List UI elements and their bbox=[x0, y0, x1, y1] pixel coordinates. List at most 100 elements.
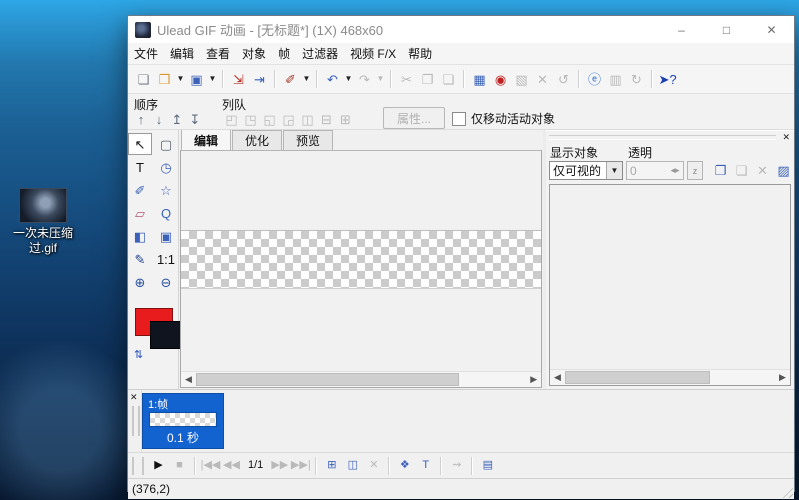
delete-button[interactable]: ✕ bbox=[532, 69, 553, 90]
desktop-icon-gif-file[interactable]: 一次未压缩 过.gif bbox=[4, 188, 82, 256]
magic-wand-tool[interactable]: ☆ bbox=[154, 179, 178, 201]
save-dropdown[interactable]: ▼ bbox=[207, 69, 218, 90]
transition-button[interactable]: ❖ bbox=[394, 455, 415, 476]
menu-view[interactable]: 查看 bbox=[200, 43, 236, 64]
add-image-button[interactable]: ⇲ bbox=[228, 69, 249, 90]
move-down-button[interactable]: ↓ bbox=[150, 109, 168, 130]
brush-tool[interactable]: ✐ bbox=[128, 179, 152, 201]
scroll-track[interactable] bbox=[196, 372, 526, 387]
frame-strip-close-icon[interactable]: ✕ bbox=[130, 392, 138, 403]
transparent-canvas[interactable] bbox=[181, 230, 542, 289]
stop-button[interactable]: ■ bbox=[169, 455, 190, 476]
delete-frame-button[interactable]: ✕ bbox=[363, 455, 384, 476]
new-button[interactable]: ❏ bbox=[133, 69, 154, 90]
cut-button[interactable]: ✂ bbox=[396, 69, 417, 90]
move-up-button[interactable]: ↑ bbox=[132, 109, 150, 130]
marquee-select-tool[interactable]: ▢ bbox=[154, 133, 178, 155]
frame-strip-grip[interactable] bbox=[132, 406, 140, 436]
duplicate-frame-button[interactable]: ◫ bbox=[342, 455, 363, 476]
move-active-object-checkbox[interactable] bbox=[452, 111, 466, 126]
resize-grip[interactable] bbox=[780, 485, 793, 498]
align-top-button[interactable]: ◱ bbox=[260, 109, 279, 130]
menu-object[interactable]: 对象 bbox=[236, 43, 272, 64]
tab-optimize[interactable]: 优化 bbox=[232, 130, 283, 150]
add-frame-button[interactable]: ⊞ bbox=[321, 455, 342, 476]
frame-1-card[interactable]: 1:帧 0.1 秒 bbox=[142, 393, 224, 449]
paste-button[interactable]: ❑ bbox=[438, 69, 459, 90]
rotate-button[interactable]: ↺ bbox=[553, 69, 574, 90]
scroll-thumb[interactable] bbox=[565, 371, 710, 384]
add-object-button[interactable]: ❐ bbox=[710, 160, 731, 181]
transparency-spinner[interactable]: 0 ◂▸ bbox=[626, 161, 684, 180]
chevron-down-icon[interactable]: ▼ bbox=[606, 162, 622, 179]
align-left-button[interactable]: ◰ bbox=[222, 109, 241, 130]
scroll-right-icon[interactable]: ▶ bbox=[775, 370, 790, 385]
open-button[interactable]: ❒ bbox=[154, 69, 175, 90]
align-right-button[interactable]: ◳ bbox=[241, 109, 260, 130]
maximize-button[interactable]: □ bbox=[704, 16, 749, 43]
fill-tool[interactable]: ◧ bbox=[128, 225, 152, 247]
scroll-left-icon[interactable]: ◀ bbox=[181, 372, 196, 387]
eyedropper-tool[interactable]: ✎ bbox=[128, 248, 152, 270]
object-panel-close-icon[interactable]: ✕ bbox=[782, 132, 790, 143]
context-help-button[interactable]: ➤? bbox=[657, 69, 678, 90]
setup-wand-button[interactable]: ✐ bbox=[280, 69, 301, 90]
center-vertical-button[interactable]: ⊟ bbox=[317, 109, 336, 130]
show-objects-dropdown[interactable]: 仅可视的 ▼ bbox=[549, 161, 623, 180]
transparency-popup-button[interactable]: z bbox=[687, 161, 703, 180]
next-frame-button[interactable]: ▶▶ bbox=[269, 455, 290, 476]
scroll-left-icon[interactable]: ◀ bbox=[550, 370, 565, 385]
play-button[interactable]: ▶ bbox=[148, 455, 169, 476]
rotate-select-tool[interactable]: ◷ bbox=[154, 156, 178, 178]
save-button[interactable]: ▣ bbox=[186, 69, 207, 90]
scroll-thumb[interactable] bbox=[196, 373, 459, 386]
menu-video-fx[interactable]: 视频 F/X bbox=[344, 43, 402, 64]
menu-file[interactable]: 文件 bbox=[128, 43, 164, 64]
minimize-button[interactable]: – bbox=[659, 16, 704, 43]
actual-size-button[interactable]: 1:1 bbox=[154, 248, 178, 270]
object-list-scrollbar[interactable]: ◀ ▶ bbox=[550, 369, 790, 385]
zoom-in-tool[interactable]: ⊕ bbox=[128, 271, 152, 293]
move-to-top-button[interactable]: ↥ bbox=[168, 109, 186, 130]
undo-dropdown[interactable]: ▼ bbox=[343, 69, 354, 90]
move-to-bottom-button[interactable]: ↧ bbox=[186, 109, 204, 130]
stamp-button[interactable]: ▧ bbox=[511, 69, 532, 90]
menu-help[interactable]: 帮助 bbox=[402, 43, 438, 64]
crop-tool[interactable]: ▣ bbox=[154, 225, 178, 247]
tween-button[interactable]: ⇝ bbox=[446, 455, 467, 476]
add-banner-button[interactable]: ◉ bbox=[490, 69, 511, 90]
swap-colors-icon[interactable]: ⇅ bbox=[134, 348, 143, 361]
tab-edit[interactable]: 编辑 bbox=[181, 129, 232, 150]
canvas-workspace[interactable] bbox=[181, 151, 542, 371]
center-horizontal-button[interactable]: ◫ bbox=[298, 109, 317, 130]
web-browser-button[interactable]: ⓔ bbox=[584, 69, 605, 90]
title-bar[interactable]: Ulead GIF 动画 - [无标题*] (1X) 468x60 – □ ✕ bbox=[128, 16, 794, 43]
align-bottom-button[interactable]: ◲ bbox=[279, 109, 298, 130]
web-album-button[interactable]: ▥ bbox=[605, 69, 626, 90]
menu-frame[interactable]: 帧 bbox=[272, 43, 296, 64]
copy-button[interactable]: ❐ bbox=[417, 69, 438, 90]
undo-button[interactable]: ↶ bbox=[322, 69, 343, 90]
edit-object-button[interactable]: ▨ bbox=[773, 160, 794, 181]
scroll-track[interactable] bbox=[565, 370, 775, 385]
screen-capture-button[interactable]: ▦ bbox=[469, 69, 490, 90]
tab-preview[interactable]: 预览 bbox=[283, 130, 334, 150]
text-tool[interactable]: T bbox=[128, 156, 152, 178]
first-frame-button[interactable]: |◀◀ bbox=[200, 455, 221, 476]
frames-view-button[interactable]: ▤ bbox=[477, 455, 498, 476]
setup-wand-dropdown[interactable]: ▼ bbox=[301, 69, 312, 90]
object-list[interactable]: ◀ ▶ bbox=[549, 184, 791, 386]
prev-frame-button[interactable]: ◀◀ bbox=[221, 455, 242, 476]
duplicate-object-button[interactable]: ❏ bbox=[731, 160, 752, 181]
center-both-button[interactable]: ⊞ bbox=[336, 109, 355, 130]
web-sync-button[interactable]: ↻ bbox=[626, 69, 647, 90]
pointer-tool[interactable]: ↖ bbox=[128, 133, 152, 155]
canvas-horizontal-scrollbar[interactable]: ◀ ▶ bbox=[181, 371, 542, 387]
close-button[interactable]: ✕ bbox=[749, 16, 794, 43]
last-frame-button[interactable]: ▶▶| bbox=[290, 455, 311, 476]
zoom-out-tool[interactable]: ⊖ bbox=[154, 271, 178, 293]
open-dropdown[interactable]: ▼ bbox=[175, 69, 186, 90]
add-video-button[interactable]: ⇥ bbox=[249, 69, 270, 90]
text-banner-button[interactable]: T bbox=[415, 455, 436, 476]
eraser-tool[interactable]: ▱ bbox=[128, 202, 152, 224]
